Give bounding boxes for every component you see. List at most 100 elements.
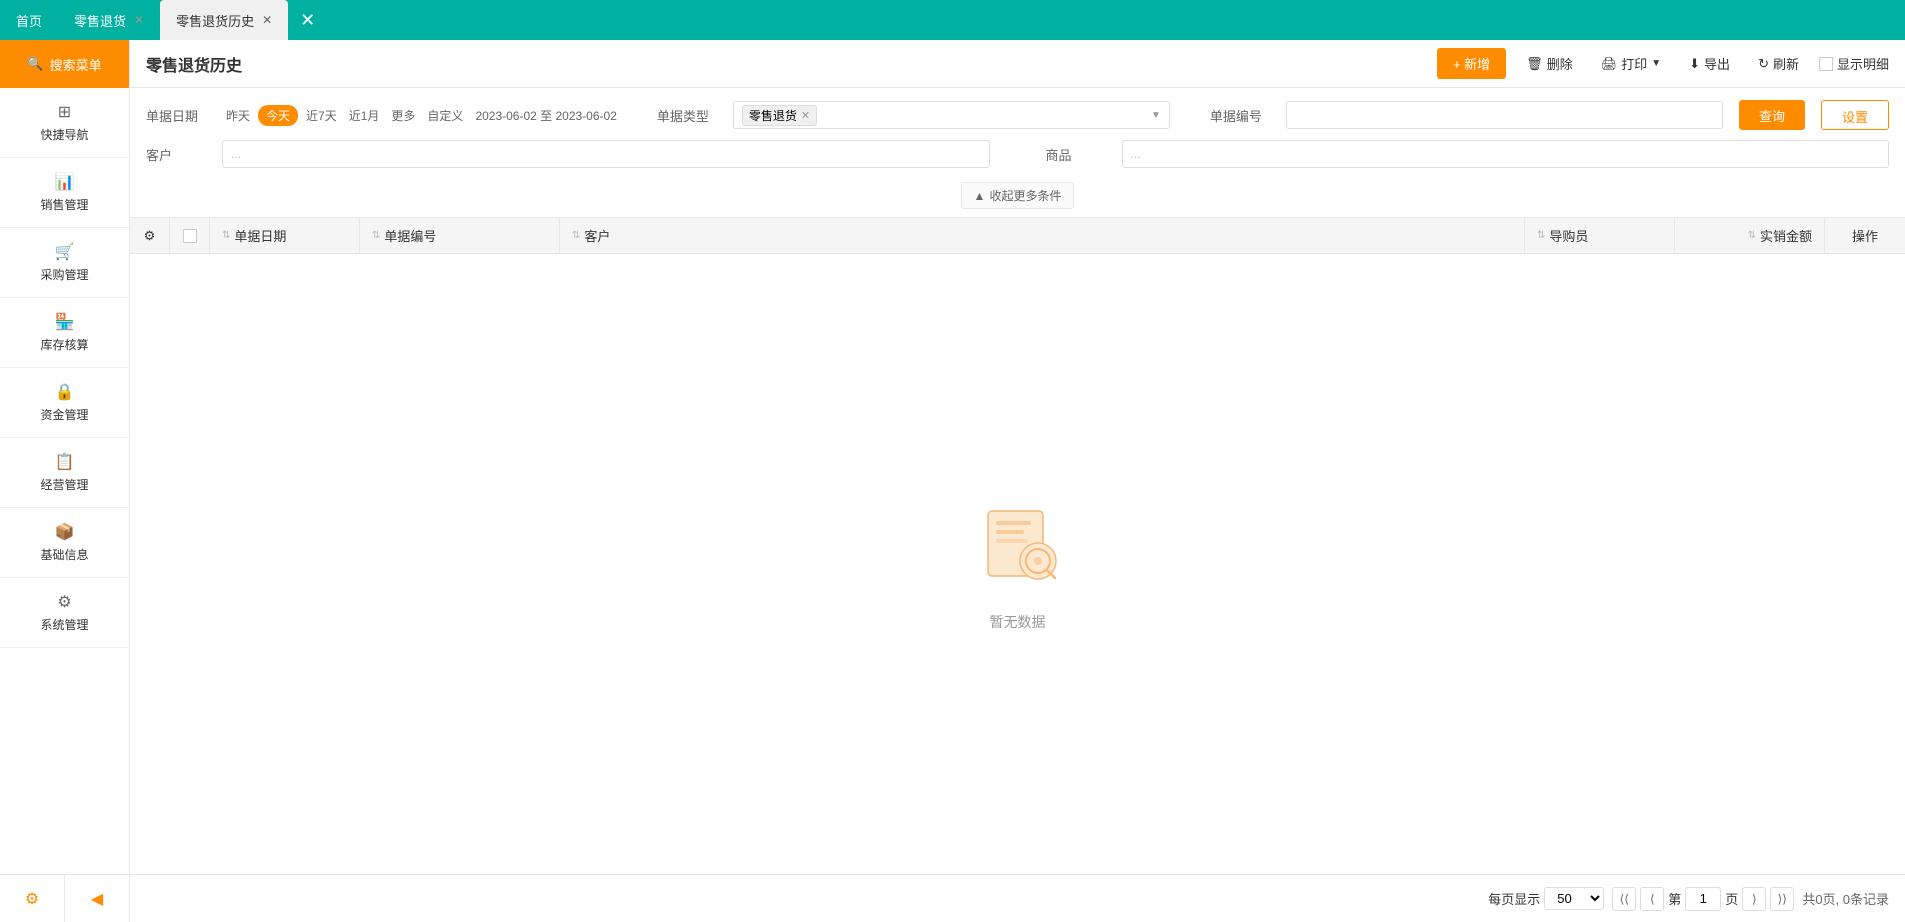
header-actions: + 新增 🗑 删除 🖨 打印 ▼ ⬇ 导出 ↻ 刷新 [1437,48,1889,79]
print-button[interactable]: 🖨 打印 ▼ [1593,50,1669,77]
search-icon: 🔍 [27,56,43,72]
goods-label: 商品 [1046,145,1106,164]
th-guide: ⇅ 导购员 [1525,218,1675,253]
page-total: 共0页, 0条记录 [1802,889,1889,908]
sidebar-item-system-mgmt[interactable]: ⚙ 系统管理 [0,578,129,648]
date-btn-7days[interactable]: 近7天 [302,105,341,126]
print-dropdown-icon: ▼ [1651,58,1661,69]
sort-amount-icon[interactable]: ⇅ [1748,230,1756,241]
date-filter-group: 昨天 今天 近7天 近1月 更多 自定义 2023-06-02 至 2023-0… [222,105,617,126]
date-btn-today[interactable]: 今天 [258,105,298,126]
th-settings[interactable]: ⚙ [130,218,170,253]
type-tag: 零售退货 ✕ [742,105,817,126]
number-input[interactable] [1286,101,1723,129]
empty-state: 暂无数据 [130,254,1905,874]
next-page-button[interactable]: ⟩ [1742,887,1766,911]
delete-icon: 🗑 [1526,56,1543,72]
customer-label: 客户 [146,145,206,164]
sales-icon: 📊 [55,172,75,192]
goods-select[interactable]: ... [1122,140,1890,168]
table-header: ⚙ ⇅ 单据日期 ⇅ 单据编号 ⇅ 客户 ⇅ [130,218,1905,254]
first-page-button[interactable]: ⟨⟨ [1612,887,1636,911]
tab-retail-return-close[interactable]: ✕ [134,13,144,27]
system-mgmt-icon: ⚙ [55,592,75,612]
show-detail-checkbox[interactable] [1819,57,1833,71]
tab-retail-return[interactable]: 零售退货 ✕ [58,0,160,40]
sidebar-item-basic-info[interactable]: 📦 基础信息 [0,508,129,578]
window-close-button[interactable]: ✕ [288,0,327,40]
last-page-button[interactable]: ⟩⟩ [1770,887,1794,911]
type-label: 单据类型 [657,106,717,125]
collapse-up-icon: ▲ [974,189,986,203]
sidebar-item-sales-mgmt[interactable]: 📊 销售管理 [0,158,129,228]
content-area: 零售退货历史 + 新增 🗑 删除 🖨 打印 ▼ ⬇ 导出 ↻ [130,40,1905,922]
th-action: 操作 [1825,218,1905,253]
delete-button[interactable]: 🗑 删除 [1518,50,1581,77]
main-layout: 🔍 搜索菜单 ⊞ 快捷导航 📊 销售管理 🛒 采购管理 🏪 库存核算 🔒 资金管… [0,40,1905,922]
th-checkbox[interactable] [170,218,210,253]
purchase-icon: 🛒 [55,242,75,262]
tab-retail-return-history-close[interactable]: ✕ [262,13,272,27]
date-btn-1month[interactable]: 近1月 [345,105,384,126]
sidebar-item-finance[interactable]: 🔒 资金管理 [0,368,129,438]
type-select[interactable]: 零售退货 ✕ ▼ [733,101,1170,129]
refresh-button[interactable]: ↻ 刷新 [1750,50,1807,77]
finance-icon: 🔒 [55,382,75,402]
prev-page-button[interactable]: ⟨ [1640,887,1664,911]
empty-state-icon [968,496,1068,596]
sidebar-collapse-btn[interactable]: ◀ [65,875,129,922]
page-title: 零售退货历史 [146,52,1437,76]
tab-home[interactable]: 首页 [0,0,58,40]
pagination: 每页显示 50 10 20 100 ⟨⟨ ⟨ 第 页 ⟩ ⟩⟩ [130,874,1905,922]
sort-guide-icon[interactable]: ⇅ [1537,230,1545,241]
page-size-dropdown[interactable]: 50 10 20 100 [1544,887,1604,910]
sidebar: 🔍 搜索菜单 ⊞ 快捷导航 📊 销售管理 🛒 采购管理 🏪 库存核算 🔒 资金管… [0,40,130,922]
sidebar-item-quick-nav[interactable]: ⊞ 快捷导航 [0,88,129,158]
export-button[interactable]: ⬇ 导出 [1681,50,1738,77]
type-tag-close[interactable]: ✕ [801,109,810,122]
date-btn-custom[interactable]: 自定义 [423,105,467,126]
page-header: 零售退货历史 + 新增 🗑 删除 🖨 打印 ▼ ⬇ 导出 ↻ [130,40,1905,88]
collapse-row: ▲ 收起更多条件 [146,178,1889,209]
inventory-icon: 🏪 [55,312,75,332]
date-label: 单据日期 [146,106,206,125]
refresh-icon: ↻ [1758,56,1769,72]
sort-customer-icon[interactable]: ⇅ [572,230,580,241]
date-range-text: 2023-06-02 至 2023-06-02 [475,107,616,124]
setting-button[interactable]: 设置 [1821,100,1889,130]
filter-row-1: 单据日期 昨天 今天 近7天 近1月 更多 自定义 2023-06-02 至 2… [146,100,1889,130]
customer-select[interactable]: ... [222,140,990,168]
date-btn-more[interactable]: 更多 [387,105,419,126]
tab-retail-return-history[interactable]: 零售退货历史 ✕ [160,0,288,40]
page-nav: ⟨⟨ ⟨ 第 页 ⟩ ⟩⟩ [1612,887,1794,911]
filter-row-2: 客户 ... 商品 ... [146,140,1889,168]
sidebar-search[interactable]: 🔍 搜索菜单 [0,40,129,88]
empty-text: 暂无数据 [990,612,1046,632]
select-all-checkbox[interactable] [183,229,197,243]
sort-date-icon[interactable]: ⇅ [222,230,230,241]
filter-area: 单据日期 昨天 今天 近7天 近1月 更多 自定义 2023-06-02 至 2… [130,88,1905,218]
collapse-button[interactable]: ▲ 收起更多条件 [961,182,1075,209]
th-customer: ⇅ 客户 [560,218,1525,253]
goods-placeholder: ... [1131,147,1141,161]
date-btn-yesterday[interactable]: 昨天 [222,105,254,126]
page-number-input[interactable] [1685,887,1721,911]
sort-number-icon[interactable]: ⇅ [372,230,380,241]
new-button[interactable]: + 新增 [1437,48,1506,79]
sidebar-item-inventory[interactable]: 🏪 库存核算 [0,298,129,368]
collapse-icon: ◀ [91,889,103,909]
query-button[interactable]: 查询 [1739,100,1805,130]
customer-placeholder: ... [231,147,241,161]
page-size-select: 每页显示 50 10 20 100 [1488,887,1604,910]
sidebar-item-operations[interactable]: 📋 经营管理 [0,438,129,508]
sidebar-settings-btn[interactable]: ⚙ [0,875,65,922]
export-icon: ⬇ [1689,56,1700,72]
sidebar-bottom: ⚙ ◀ [0,874,129,922]
number-label: 单据编号 [1210,106,1270,125]
sidebar-item-purchase-mgmt[interactable]: 🛒 采购管理 [0,228,129,298]
settings-icon: ⚙ [25,889,39,909]
print-icon: 🖨 [1601,56,1618,72]
th-amount: ⇅ 实销金额 [1675,218,1825,253]
th-number: ⇅ 单据编号 [360,218,560,253]
type-dropdown-icon: ▼ [1151,110,1161,121]
